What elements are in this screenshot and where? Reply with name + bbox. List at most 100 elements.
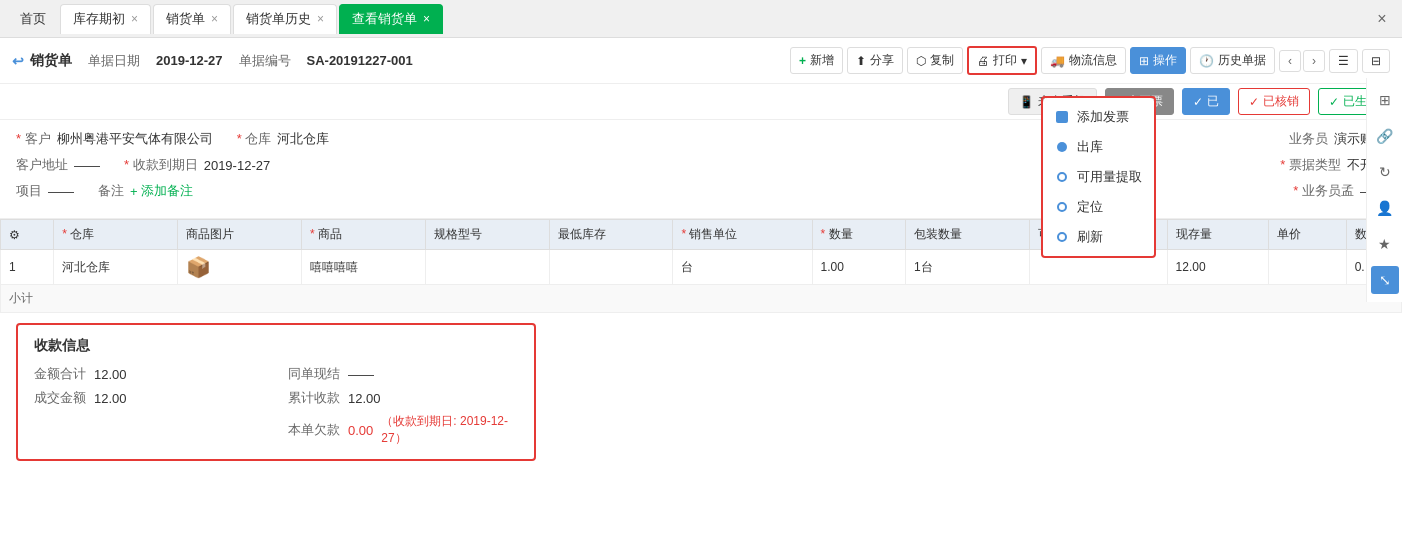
- sidebar-link-icon[interactable]: 🔗: [1371, 122, 1399, 150]
- history-icon: 🕐: [1199, 54, 1214, 68]
- tab-view-sales-label: 查看销货单: [352, 10, 417, 28]
- employee-label: 业务员: [1289, 130, 1328, 148]
- sold-btn[interactable]: ✓ 已核销: [1238, 88, 1310, 115]
- form-section: 客户 柳州粤港平安气体有限公司 仓库 河北仓库 业务员 演示账号 客户地址 ——: [0, 120, 1402, 219]
- row-price: [1268, 250, 1346, 285]
- locate-label: 定位: [1077, 198, 1103, 216]
- col-product: * 商品: [302, 220, 426, 250]
- date-value: 2019-12-27: [156, 53, 223, 68]
- tab-bar: 首页 库存期初 × 销货单 × 销货单历史 × 查看销货单 × ×: [0, 0, 1402, 38]
- warehouse-label: 仓库: [237, 130, 272, 148]
- address-label: 客户地址: [16, 156, 68, 174]
- tab-sales-history[interactable]: 销货单历史 ×: [233, 4, 337, 34]
- tab-sales-close[interactable]: ×: [211, 12, 218, 26]
- number-label: 单据编号: [239, 52, 291, 70]
- prev-arrow[interactable]: ‹: [1279, 50, 1301, 72]
- sold-label: 已核销: [1263, 93, 1299, 110]
- amount-value: 12.00: [94, 367, 127, 382]
- logistics-label: 物流信息: [1069, 52, 1117, 69]
- col-image: 商品图片: [178, 220, 302, 250]
- doc-header: ↩ 销货单 单据日期 2019-12-27 单据编号 SA-20191227-0…: [0, 38, 1402, 84]
- locate-icon: [1055, 200, 1069, 214]
- same-order-value: ——: [348, 367, 374, 382]
- product-table-container: ⚙ * 仓库 商品图片 * 商品 规格型号 最低库存 * 销售单位 * 数量 包…: [0, 219, 1402, 313]
- project-value: ——: [48, 184, 74, 199]
- available-qty-item[interactable]: 可用量提取: [1043, 162, 1154, 192]
- sidebar-user-icon[interactable]: 👤: [1371, 194, 1399, 222]
- window-close-btn[interactable]: ×: [1370, 7, 1394, 31]
- address-field: 客户地址 ——: [16, 156, 100, 174]
- logistics-icon: 🚚: [1050, 54, 1065, 68]
- print-dropdown-arrow: ▾: [1021, 54, 1027, 68]
- operation-button[interactable]: ⊞ 操作: [1130, 47, 1186, 74]
- tab-home[interactable]: 首页: [8, 4, 58, 34]
- outbound-icon: [1055, 140, 1069, 154]
- copy-icon: ⬡: [916, 54, 926, 68]
- refresh-icon: [1055, 230, 1069, 244]
- tab-view-sales-close[interactable]: ×: [423, 12, 430, 26]
- refresh-item[interactable]: 刷新: [1043, 222, 1154, 252]
- deal-amount-label: 成交金额: [34, 389, 86, 407]
- tab-sales-history-close[interactable]: ×: [317, 12, 324, 26]
- gear-icon[interactable]: ⚙: [9, 228, 20, 242]
- row-no: 1: [1, 250, 54, 285]
- invoice-label: 票据类型: [1280, 156, 1341, 174]
- row-package: 1台: [905, 250, 1029, 285]
- print-button[interactable]: 🖨 打印 ▾: [967, 46, 1037, 75]
- list-view-btn[interactable]: ⊟: [1362, 49, 1390, 73]
- payment-date-value: 2019-12-27: [204, 158, 271, 173]
- tab-sales[interactable]: 销货单 ×: [153, 4, 231, 34]
- logistics-button[interactable]: 🚚 物流信息: [1041, 47, 1126, 74]
- sidebar-star-icon[interactable]: ★: [1371, 230, 1399, 258]
- sales-employee-label: 业务员孟: [1293, 182, 1354, 200]
- deal-amount-value: 12.00: [94, 391, 127, 406]
- balance-section: 本单欠款 0.00 （收款到期日: 2019-12-27）: [288, 413, 518, 447]
- row-min-stock: [549, 250, 673, 285]
- payment-grid: 金额合计 12.00 同单现结 —— 成交金额 12.00 累计收款 12.00: [34, 365, 518, 447]
- doc-title-text: 销货单: [30, 52, 72, 70]
- outbound-item[interactable]: 出库: [1043, 132, 1154, 162]
- grid-view-btn[interactable]: ☰: [1329, 49, 1358, 73]
- tab-view-sales[interactable]: 查看销货单 ×: [339, 4, 443, 34]
- add-invoice-item[interactable]: 添加发票: [1043, 102, 1154, 132]
- payment-date-label: 收款到期日: [124, 156, 198, 174]
- sidebar-table-icon[interactable]: ⊞: [1371, 86, 1399, 114]
- plus-icon: +: [799, 54, 806, 68]
- share-button[interactable]: ⬆ 分享: [847, 47, 903, 74]
- check-btn[interactable]: ✓ 已: [1182, 88, 1230, 115]
- customer-field: 客户 柳州粤港平安气体有限公司: [16, 130, 213, 148]
- history-button[interactable]: 🕐 历史单据: [1190, 47, 1275, 74]
- copy-button[interactable]: ⬡ 复制: [907, 47, 963, 74]
- col-spec: 规格型号: [425, 220, 549, 250]
- sidebar-expand-icon[interactable]: ⤡: [1371, 266, 1399, 294]
- tab-sales-history-label: 销货单历史: [246, 10, 311, 28]
- deal-amount-row: 成交金额 12.00: [34, 389, 264, 407]
- cumulative-value: 12.00: [348, 391, 381, 406]
- locate-item[interactable]: 定位: [1043, 192, 1154, 222]
- tab-inventory-close[interactable]: ×: [131, 12, 138, 26]
- form-row-3: 项目 —— 备注 + 添加备注 业务员孟 ——: [16, 182, 1386, 200]
- col-current: 现存量: [1167, 220, 1268, 250]
- same-order-row: 同单现结 ——: [288, 365, 518, 383]
- col-package: 包装数量: [905, 220, 1029, 250]
- share-label: 分享: [870, 52, 894, 69]
- check-label: 已: [1207, 93, 1219, 110]
- nav-arrows: ‹ ›: [1279, 50, 1325, 72]
- balance-value: 0.00: [348, 423, 373, 438]
- warehouse-value: 河北仓库: [277, 130, 329, 148]
- balance-row: 本单欠款 0.00 （收款到期日: 2019-12-27）: [288, 413, 518, 447]
- sold-icon: ✓: [1249, 95, 1259, 109]
- add-button[interactable]: + 新增: [790, 47, 843, 74]
- warehouse-field: 仓库 河北仓库: [237, 130, 330, 148]
- tab-inventory[interactable]: 库存期初 ×: [60, 4, 151, 34]
- add-note-btn[interactable]: + 添加备注: [130, 182, 193, 200]
- doc-meta: 单据日期 2019-12-27 单据编号 SA-20191227-001: [88, 52, 774, 70]
- operation-icon: ⊞: [1139, 54, 1149, 68]
- note-label: 备注: [98, 182, 124, 200]
- print-label: 打印: [993, 52, 1017, 69]
- row-product: 嘻嘻嘻嘻: [302, 250, 426, 285]
- sidebar-refresh-icon[interactable]: ↻: [1371, 158, 1399, 186]
- next-arrow[interactable]: ›: [1303, 50, 1325, 72]
- form-row-1: 客户 柳州粤港平安气体有限公司 仓库 河北仓库 业务员 演示账号: [16, 130, 1386, 148]
- copy-label: 复制: [930, 52, 954, 69]
